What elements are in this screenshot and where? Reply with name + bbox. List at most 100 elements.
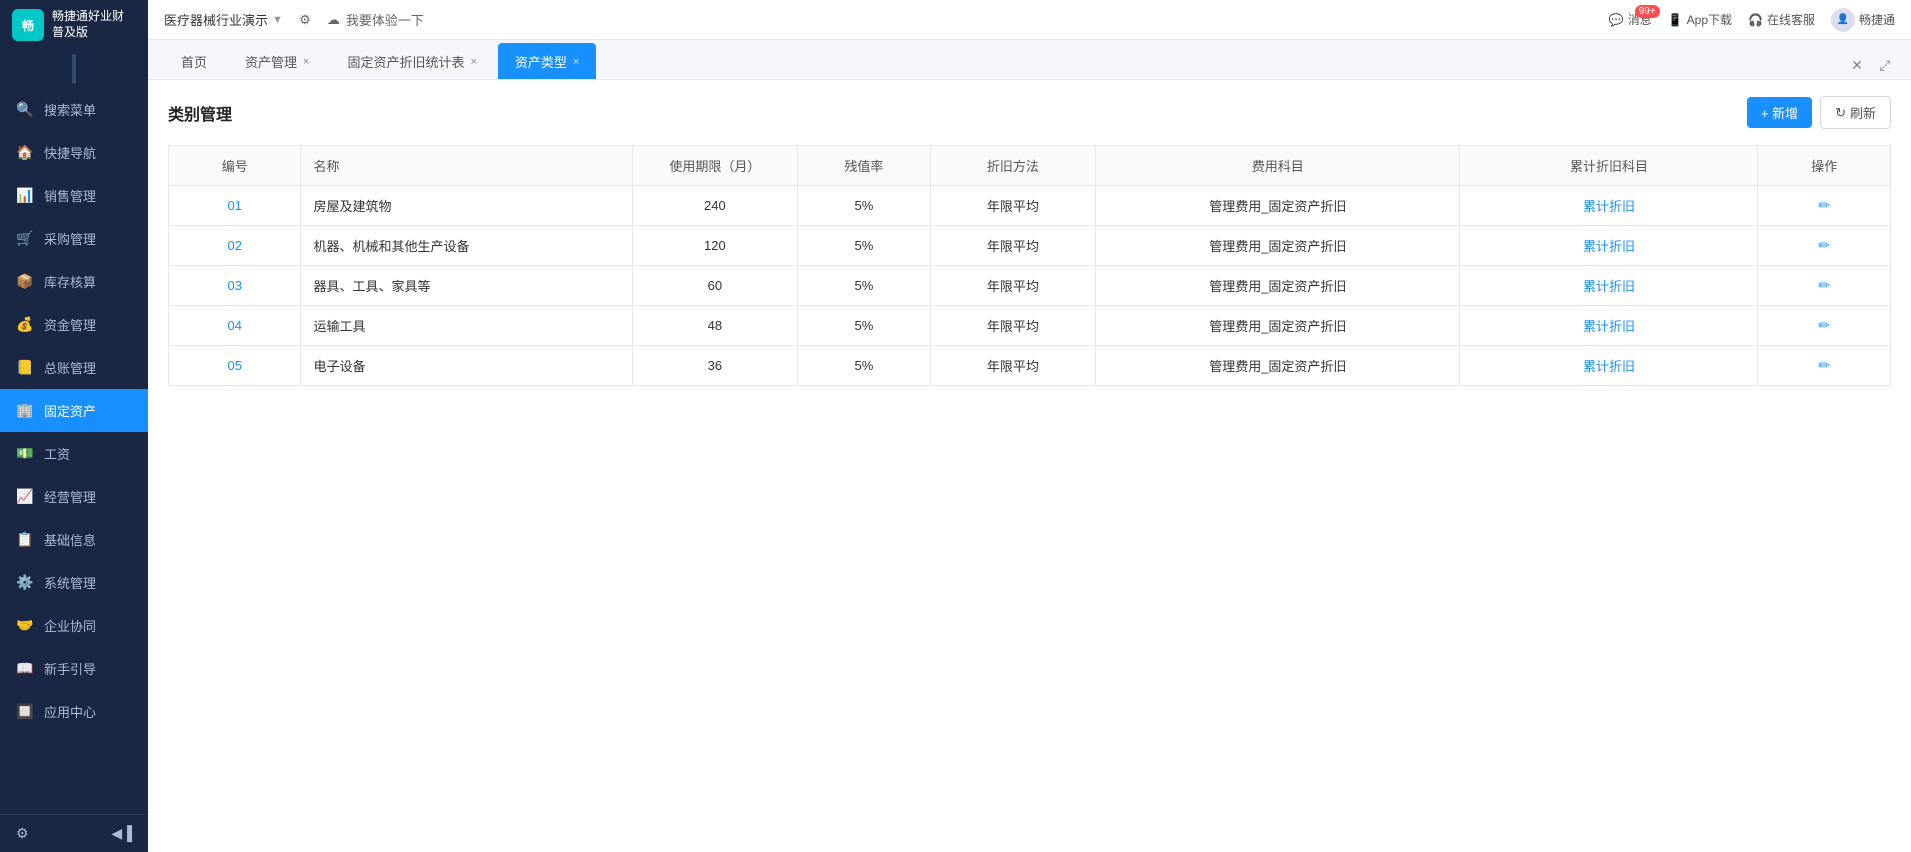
refresh-button[interactable]: ↻ 刷新 — [1820, 96, 1891, 129]
sidebar-label-system: 系统管理 — [44, 573, 96, 592]
sidebar-item-funds[interactable]: 💰 资金管理 — [0, 303, 148, 346]
cell-accum: 累计折旧 — [1460, 346, 1758, 386]
cell-action: ✏ — [1758, 346, 1891, 386]
table-header-row: 编号 名称 使用期限（月） 残值率 折旧方法 费用科目 累计折旧科目 操作 — [169, 146, 1891, 186]
close-icon[interactable]: × — [470, 56, 476, 68]
col-header-id: 编号 — [169, 146, 301, 186]
edit-icon[interactable]: ✏ — [1818, 197, 1830, 213]
cell-method: 年限平均 — [930, 186, 1096, 226]
inventory-icon: 📦 — [16, 273, 34, 290]
cell-method: 年限平均 — [930, 346, 1096, 386]
fixed-assets-icon: 🏢 — [16, 402, 34, 419]
experience-button[interactable]: ☁ 我要体验一下 — [327, 10, 424, 29]
cell-expense: 管理费用_固定资产折旧 — [1096, 306, 1460, 346]
window-controls: ✕ ⤢ — [1847, 55, 1895, 79]
sidebar-item-guide[interactable]: 📖 新手引导 — [0, 647, 148, 690]
settings-icon[interactable]: ⚙ — [16, 825, 29, 842]
cell-action: ✏ — [1758, 266, 1891, 306]
funds-icon: 💰 — [16, 316, 34, 333]
cell-action: ✏ — [1758, 226, 1891, 266]
cell-residual: 5% — [798, 306, 930, 346]
industry-selector[interactable]: 医疗器械行业演示 ▼ — [164, 10, 283, 29]
new-button[interactable]: + 新增 — [1747, 97, 1812, 128]
tab-home[interactable]: 首页 — [164, 43, 224, 79]
sidebar-item-system[interactable]: ⚙️ 系统管理 — [0, 561, 148, 604]
cell-id: 05 — [169, 346, 301, 386]
sidebar-logo: 畅 畅捷通好业财 普及版 — [0, 0, 148, 50]
edit-icon[interactable]: ✏ — [1818, 277, 1830, 293]
page-title: 类别管理 — [168, 101, 232, 125]
sidebar-item-basic-info[interactable]: 📋 基础信息 — [0, 518, 148, 561]
gear-icon: ⚙ — [299, 12, 311, 28]
logo-icon: 畅 — [12, 9, 44, 41]
scroll-indicator — [72, 54, 76, 84]
edit-icon[interactable]: ✏ — [1818, 237, 1830, 253]
sidebar-item-salary[interactable]: 💵 工资 — [0, 432, 148, 475]
tab-home-label: 首页 — [181, 52, 207, 71]
sidebar-item-search[interactable]: 🔍 搜索菜单 — [0, 88, 148, 131]
cooperation-icon: 🤝 — [16, 617, 34, 634]
close-icon[interactable]: × — [303, 56, 309, 68]
cell-expense: 管理费用_固定资产折旧 — [1096, 266, 1460, 306]
cell-period: 48 — [632, 306, 798, 346]
sidebar-item-fixed-assets[interactable]: 🏢 固定资产 — [0, 389, 148, 432]
message-button[interactable]: 💬 消息 99+ — [1609, 11, 1652, 28]
cell-expense: 管理费用_固定资产折旧 — [1096, 186, 1460, 226]
close-icon[interactable]: × — [573, 56, 579, 68]
collapse-icon[interactable]: ◀▐ — [111, 825, 132, 842]
sidebar-item-ledger[interactable]: 📒 总账管理 — [0, 346, 148, 389]
cell-action: ✏ — [1758, 186, 1891, 226]
header-actions: + 新增 ↻ 刷新 — [1747, 96, 1891, 129]
tab-asset-type-label: 资产类型 — [515, 52, 567, 71]
cell-accum: 累计折旧 — [1460, 306, 1758, 346]
sidebar-item-inventory[interactable]: 📦 库存核算 — [0, 260, 148, 303]
sidebar-label-sales: 销售管理 — [44, 186, 96, 205]
sidebar-item-cooperation[interactable]: 🤝 企业协同 — [0, 604, 148, 647]
cell-name: 机器、机械和其他生产设备 — [301, 226, 632, 266]
edit-icon[interactable]: ✏ — [1818, 357, 1830, 373]
sidebar-nav: 🔍 搜索菜单 🏠 快捷导航 📊 销售管理 🛒 采购管理 📦 库存核算 💰 资金管… — [0, 50, 148, 814]
table-row: 03 器具、工具、家具等 60 5% 年限平均 管理费用_固定资产折旧 累计折旧… — [169, 266, 1891, 306]
refresh-label: 刷新 — [1850, 103, 1876, 122]
edit-icon[interactable]: ✏ — [1818, 317, 1830, 333]
col-header-name: 名称 — [301, 146, 632, 186]
customer-service-label: 在线客服 — [1767, 11, 1815, 28]
minimize-button[interactable]: ✕ — [1847, 55, 1867, 75]
content-area: 类别管理 + 新增 ↻ 刷新 编号 名称 使用期限（月） 残值率 折旧方法 费用… — [148, 80, 1911, 852]
cell-method: 年限平均 — [930, 306, 1096, 346]
settings-button[interactable]: ⚙ — [291, 6, 319, 34]
ledger-icon: 📒 — [16, 359, 34, 376]
sidebar-item-operations[interactable]: 📈 经营管理 — [0, 475, 148, 518]
maximize-button[interactable]: ⤢ — [1875, 55, 1895, 75]
sidebar-label-quick-nav: 快捷导航 — [44, 143, 96, 162]
table-row: 04 运输工具 48 5% 年限平均 管理费用_固定资产折旧 累计折旧 ✏ — [169, 306, 1891, 346]
tab-asset-type[interactable]: 资产类型 × — [498, 43, 596, 79]
message-badge: 99+ — [1635, 5, 1660, 18]
customer-service-button[interactable]: 🎧 在线客服 — [1748, 11, 1815, 28]
col-header-residual: 残值率 — [798, 146, 930, 186]
sidebar-item-quick-nav[interactable]: 🏠 快捷导航 — [0, 131, 148, 174]
sidebar-label-funds: 资金管理 — [44, 315, 96, 334]
table-row: 01 房屋及建筑物 240 5% 年限平均 管理费用_固定资产折旧 累计折旧 ✏ — [169, 186, 1891, 226]
tab-depreciation-table[interactable]: 固定资产折旧统计表 × — [330, 43, 493, 79]
tab-asset-mgmt[interactable]: 资产管理 × — [228, 43, 326, 79]
sidebar-label-cooperation: 企业协同 — [44, 616, 96, 635]
sidebar-label-guide: 新手引导 — [44, 659, 96, 678]
sidebar-label-ledger: 总账管理 — [44, 358, 96, 377]
home-icon: 🏠 — [16, 144, 34, 161]
col-header-period: 使用期限（月） — [632, 146, 798, 186]
message-icon: 💬 — [1609, 13, 1624, 27]
chevron-down-icon: ▼ — [272, 14, 283, 26]
sidebar-item-purchase[interactable]: 🛒 采购管理 — [0, 217, 148, 260]
user-menu[interactable]: 👤 畅捷通 — [1831, 8, 1895, 32]
cell-accum: 累计折旧 — [1460, 186, 1758, 226]
sidebar-item-app-center[interactable]: 🔲 应用中心 — [0, 690, 148, 733]
cloud-icon: ☁ — [327, 12, 340, 28]
cell-name: 运输工具 — [301, 306, 632, 346]
page-header: 类别管理 + 新增 ↻ 刷新 — [168, 96, 1891, 129]
sidebar-item-sales[interactable]: 📊 销售管理 — [0, 174, 148, 217]
headset-icon: 🎧 — [1748, 13, 1763, 27]
categories-table: 编号 名称 使用期限（月） 残值率 折旧方法 费用科目 累计折旧科目 操作 01… — [168, 145, 1891, 386]
search-icon: 🔍 — [16, 101, 34, 118]
app-download-button[interactable]: 📱 App下载 — [1668, 11, 1732, 28]
